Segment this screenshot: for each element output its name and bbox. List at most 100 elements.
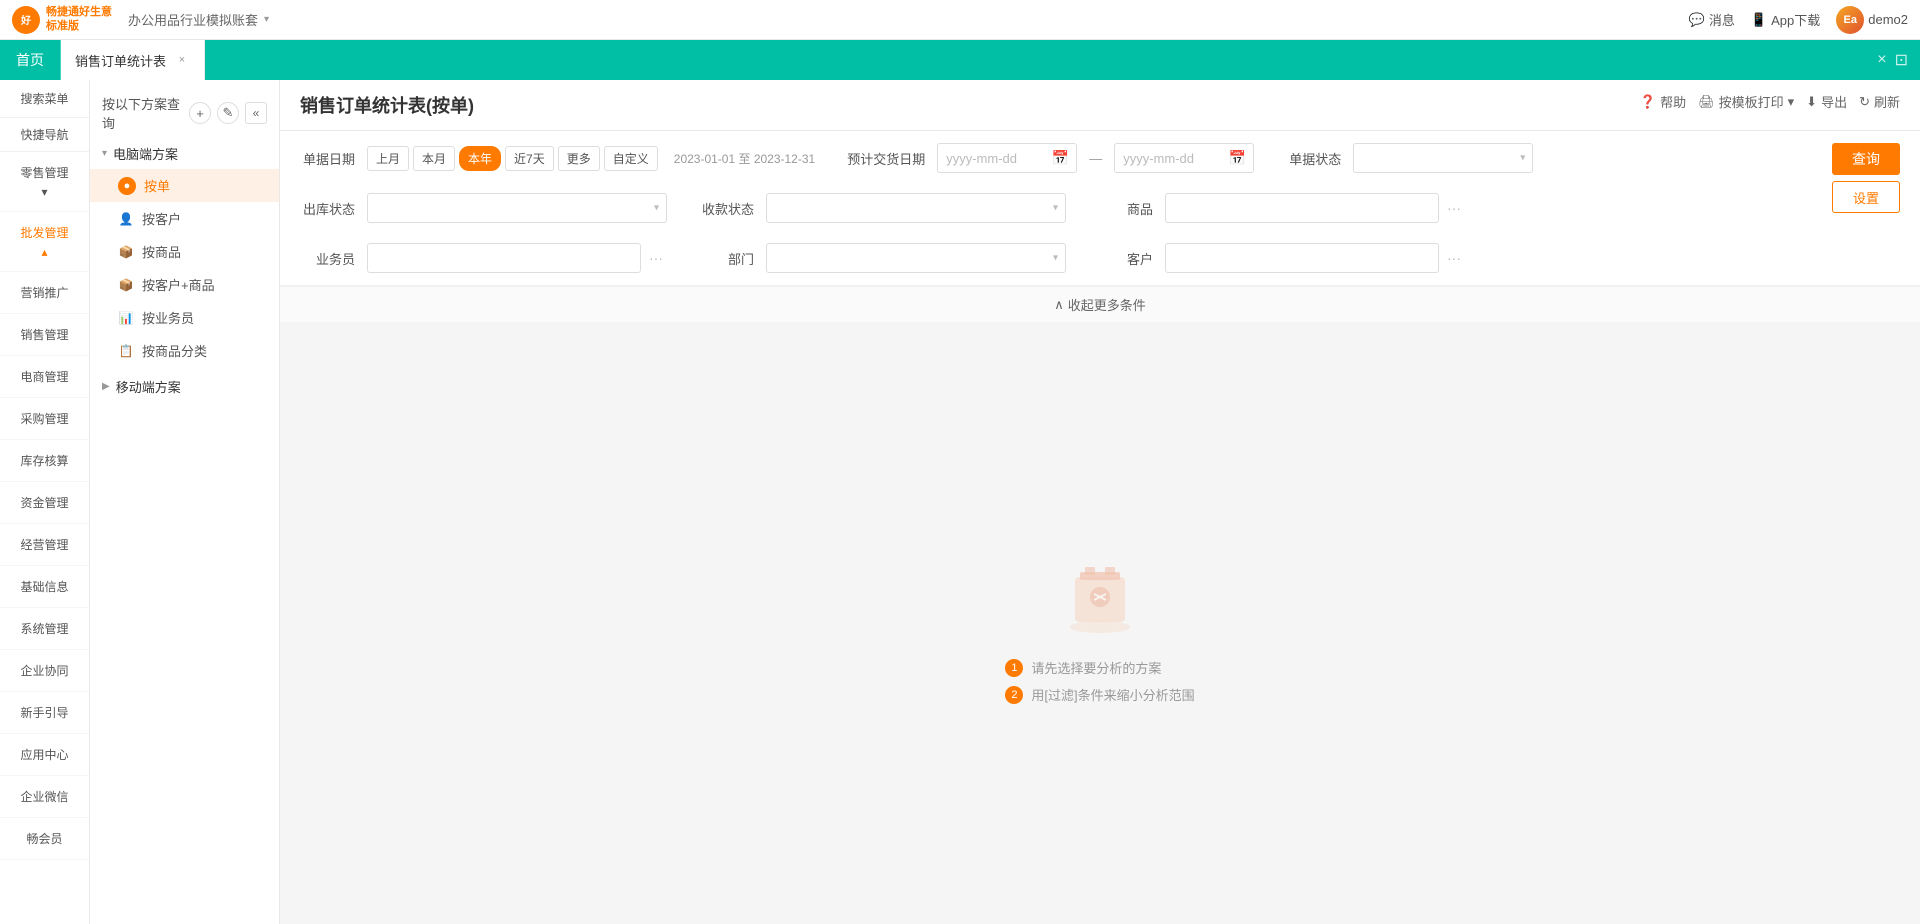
print-arrow-icon: ▾ [1788,94,1795,110]
sidebar-wholesale-label: 批发管理 [20,224,68,241]
sidebar-item-appstore[interactable]: 应用中心 [0,734,89,776]
product-input[interactable] [1165,193,1439,223]
panel-item-by-category[interactable]: 📋 按商品分类 [90,334,279,367]
collapse-icon: ∧ [1054,297,1064,313]
by-order-icon: ● [118,177,136,195]
sidebar-finance-label: 资金管理 [20,494,68,511]
sidebar-item-marketing[interactable]: 营销推广 [0,272,89,314]
refresh-btn[interactable]: ↻ 刷新 [1859,92,1900,111]
tab-bar: 首页 销售订单统计表 × × ⊡ [0,40,1920,80]
sidebar-item-vip[interactable]: 畅会员 [0,818,89,860]
sidebar-item-sales[interactable]: 销售管理 [0,314,89,356]
export-icon: ⬇ [1806,94,1817,110]
panel-item-by-customer[interactable]: 👤 按客户 [90,202,279,235]
sidebar-wholesale-arrow-icon: ▴ [41,245,47,259]
sidebar-purchase-label: 采购管理 [20,410,68,427]
panel-edit-btn[interactable]: ✎ [217,102,239,124]
app-download-icon: 📱 [1751,12,1767,28]
date-btn-more[interactable]: 更多 [558,146,600,171]
product-label: 商品 [1098,199,1153,218]
help-btn[interactable]: ❓ 帮助 [1640,92,1686,111]
app-download-btn[interactable]: 📱 App下载 [1751,10,1820,29]
panel-item-by-customer-product[interactable]: 📦 按客户+商品 [90,268,279,301]
logo-text: 畅捷通好生意 标准版 [46,6,112,32]
print-btn[interactable]: 🖨 按模板打印 ▾ [1698,92,1794,111]
by-salesperson-icon: 📊 [118,310,134,326]
sidebar-item-newbie[interactable]: 新手引导 [0,692,89,734]
panel-group-mobile-title[interactable]: ▶ 移动端方案 [90,371,279,402]
empty-tips: 1 请先选择要分析的方案 2 用[过滤]条件来缩小分析范围 [1005,658,1194,704]
sidebar-item-ecommerce[interactable]: 电商管理 [0,356,89,398]
customer-more-icon[interactable]: ··· [1443,250,1465,266]
date-dash: — [1089,151,1102,166]
sidebar-shortcut[interactable]: 快捷导航 [0,118,89,152]
empty-tip-2: 2 用[过滤]条件来缩小分析范围 [1005,685,1194,704]
collapse-row[interactable]: ∧ 收起更多条件 [280,286,1920,322]
panel-collapse-btn[interactable]: « [245,102,267,124]
sidebar-item-inventory[interactable]: 库存核算 [0,440,89,482]
tab-maximize-icon[interactable]: ⊡ [1895,50,1908,70]
panel-item-by-order[interactable]: ● 按单 [90,169,279,202]
panel-item-by-salesperson[interactable]: 📊 按业务员 [90,301,279,334]
panel-header: 按以下方案查询 + ✎ « [90,88,279,138]
sidebar-item-system[interactable]: 系统管理 [0,608,89,650]
title-arrow-icon[interactable]: ▾ [264,14,269,25]
sidebar-appstore-label: 应用中心 [20,746,68,763]
payment-status-select[interactable] [766,193,1066,223]
sidebar-item-finance[interactable]: 资金管理 [0,482,89,524]
tab-home[interactable]: 首页 [0,40,61,80]
sidebar: 搜索菜单 快捷导航 零售管理 ▾ 批发管理 ▴ 营销推广 销售管理 电商管理 采… [0,80,90,924]
sidebar-wechat-label: 企业微信 [20,788,68,805]
sidebar-item-purchase[interactable]: 采购管理 [0,398,89,440]
date-btn-this-year[interactable]: 本年 [459,146,501,171]
page-header-actions: ❓ 帮助 🖨 按模板打印 ▾ ⬇ 导出 ↻ 刷新 [1640,92,1900,123]
status-select[interactable] [1353,143,1533,173]
panel-header-label: 按以下方案查询 [102,94,189,132]
export-btn[interactable]: ⬇ 导出 [1806,92,1847,111]
department-select[interactable] [766,243,1066,273]
sidebar-item-wechat[interactable]: 企业微信 [0,776,89,818]
sidebar-item-retail[interactable]: 零售管理 ▾ [0,152,89,212]
sidebar-item-operation[interactable]: 经营管理 [0,524,89,566]
sidebar-item-enterprise[interactable]: 企业协同 [0,650,89,692]
sidebar-search[interactable]: 搜索菜单 [0,80,89,118]
main-layout: 搜索菜单 快捷导航 零售管理 ▾ 批发管理 ▴ 营销推广 销售管理 电商管理 采… [0,80,1920,924]
settings-btn[interactable]: 设置 [1832,181,1900,213]
print-icon: 🖨 [1698,94,1715,110]
app-logo: 好 畅捷通好生意 标准版 [12,6,112,34]
out-status-select[interactable] [367,193,667,223]
query-btn[interactable]: 查询 [1832,143,1900,175]
user-profile[interactable]: Ea demo2 [1836,6,1908,34]
customer-label: 客户 [1098,249,1153,268]
page-title: 销售订单统计表(按单) [300,92,474,130]
panel-add-btn[interactable]: + [189,102,211,124]
customer-input[interactable] [1165,243,1439,273]
salesperson-more-icon[interactable]: ··· [645,250,667,266]
date-btn-last-month[interactable]: 上月 [367,146,409,171]
panel-group-pc-title[interactable]: ▾ 电脑端方案 [90,138,279,169]
date-btn-custom[interactable]: 自定义 [604,146,658,171]
collapse-label: 收起更多条件 [1068,295,1146,314]
calendar-end-icon[interactable]: 📅 [1229,150,1246,167]
salesperson-input[interactable] [367,243,641,273]
message-btn[interactable]: 💬 消息 [1689,10,1735,29]
panel-item-by-product[interactable]: 📦 按商品 [90,235,279,268]
sidebar-item-wholesale[interactable]: 批发管理 ▴ [0,212,89,272]
sidebar-inventory-label: 库存核算 [20,452,68,469]
by-product-icon: 📦 [118,244,134,260]
tab-close-icon[interactable]: × [174,52,190,68]
date-btn-this-month[interactable]: 本月 [413,146,455,171]
refresh-icon: ↻ [1859,94,1870,110]
sidebar-retail-label: 零售管理 [20,164,68,181]
tip-num-2: 2 [1005,686,1023,704]
sidebar-item-basic[interactable]: 基础信息 [0,566,89,608]
empty-tip-2-text: 用[过滤]条件来缩小分析范围 [1031,685,1194,704]
calendar-start-icon[interactable]: 📅 [1052,150,1069,167]
tab-minimize-icon[interactable]: × [1877,51,1886,69]
product-more-icon[interactable]: ··· [1443,200,1465,216]
date-btn-last7[interactable]: 近7天 [505,146,554,171]
tab-sales-order[interactable]: 销售订单统计表 × [61,40,205,80]
filter-area: 单据日期 上月 本月 本年 近7天 更多 自定义 2023-01-01 至 20… [280,131,1920,286]
help-icon: ❓ [1640,94,1656,110]
sidebar-newbie-label: 新手引导 [20,704,68,721]
